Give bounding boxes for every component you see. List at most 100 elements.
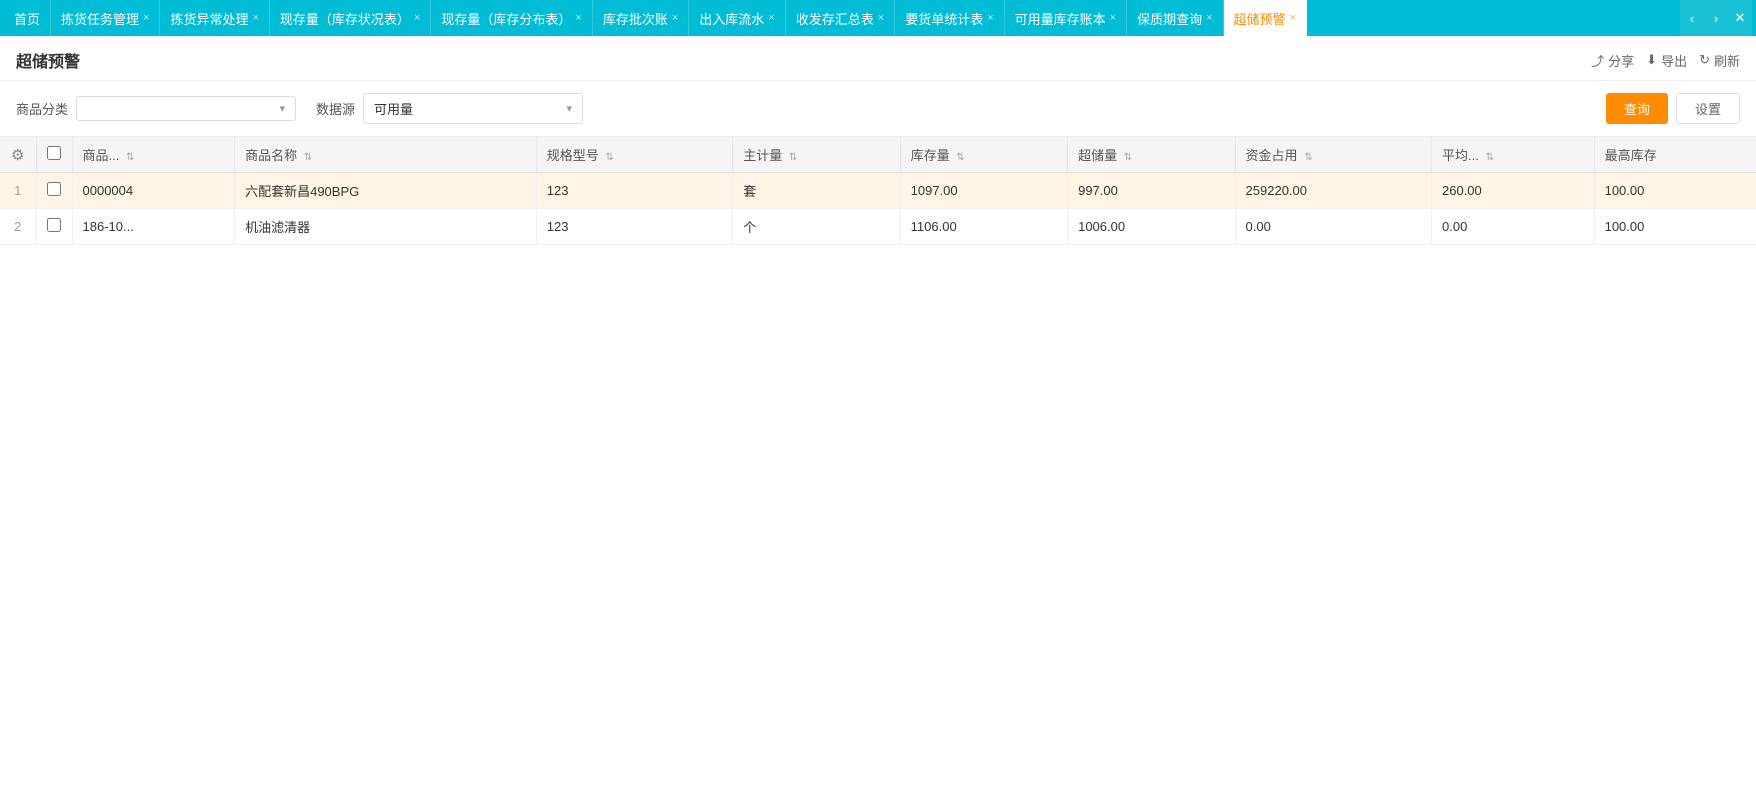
export-button[interactable]: ⬇ 导出 [1646, 51, 1687, 70]
nav-item-inventory-status[interactable]: 现存量（库存状况表） × [270, 0, 431, 36]
page-actions: ⤴ 分享 ⬇ 导出 ↻ 刷新 [1591, 51, 1740, 70]
query-button[interactable]: 查询 [1606, 93, 1668, 124]
overstock-cell: 1006.00 [1068, 209, 1235, 245]
refresh-icon: ↻ [1699, 52, 1710, 68]
row-number: 1 [0, 173, 36, 209]
spec-cell: 123 [536, 173, 732, 209]
nav-item-available-account[interactable]: 可用量库存账本 × [1005, 0, 1127, 36]
table-header-checkbox[interactable] [36, 137, 72, 173]
overstock-sort-icon: ⇅ [1124, 152, 1132, 163]
spec-cell: 123 [536, 209, 732, 245]
nav-item-collect-summary[interactable]: 收发存汇总表 × [786, 0, 895, 36]
unit-cell: 个 [733, 209, 900, 245]
page-header: 超储预警 ⤴ 分享 ⬇ 导出 ↻ 刷新 [0, 36, 1756, 81]
table-header-row: ⚙ 商品... ⇅ 商品名称 ⇅ 规格型号 ⇅ [0, 137, 1756, 173]
nav-item-overstock-warning[interactable]: 超储预警 × [1224, 0, 1307, 36]
table-header-max-stock[interactable]: 最高库存 [1594, 137, 1756, 173]
select-all-checkbox[interactable] [47, 146, 61, 160]
product-name-cell: 六配套新昌490BPG [235, 173, 537, 209]
nav-close-available-account[interactable]: × [1110, 12, 1116, 24]
nav-close-mixing-task[interactable]: × [143, 12, 149, 24]
nav-close-in-out-flow[interactable]: × [768, 12, 774, 24]
datasource-select[interactable]: 可用量 ▾ [363, 93, 583, 124]
nav-close-batch-account[interactable]: × [672, 12, 678, 24]
table-container: ⚙ 商品... ⇅ 商品名称 ⇅ 规格型号 ⇅ [0, 137, 1756, 245]
avg-cell: 260.00 [1432, 173, 1595, 209]
share-icon: ⤴ [1591, 51, 1604, 70]
table-header-gear[interactable]: ⚙ [0, 137, 36, 173]
capital-use-sort-icon: ⇅ [1304, 152, 1312, 163]
category-label: 商品分类 [16, 99, 68, 118]
refresh-button[interactable]: ↻ 刷新 [1699, 51, 1740, 70]
nav-close-quality-check[interactable]: × [1206, 12, 1212, 24]
max-stock-cell: 100.00 [1594, 209, 1756, 245]
nav-close-inventory-status[interactable]: × [414, 12, 420, 24]
nav-arrow-close[interactable]: ✕ [1728, 0, 1752, 36]
filter-bar: 商品分类 ▾ 数据源 可用量 ▾ 查询 设置 [0, 81, 1756, 137]
gear-icon: ⚙ [11, 147, 24, 164]
row-checkbox-cell[interactable] [36, 173, 72, 209]
product-name-cell: 机油滤清器 [235, 209, 537, 245]
capital-use-cell: 259220.00 [1235, 173, 1431, 209]
share-label: 分享 [1608, 51, 1634, 70]
nav-item-in-out-flow[interactable]: 出入库流水 × [689, 0, 785, 36]
table-header-unit[interactable]: 主计量 ⇅ [733, 137, 900, 173]
nav-arrow-left[interactable]: ‹ [1680, 0, 1704, 36]
product-name-label: 商品名称 [245, 148, 297, 163]
product-code-label: 商品... [83, 148, 120, 163]
nav-item-batch-account[interactable]: 库存批次账 × [593, 0, 689, 36]
row-checkbox[interactable] [47, 218, 61, 232]
export-icon: ⬇ [1646, 52, 1657, 68]
spec-label: 规格型号 [547, 148, 599, 163]
max-stock-cell: 100.00 [1594, 173, 1756, 209]
nav-item-quality-check[interactable]: 保质期查询 × [1127, 0, 1223, 36]
product-name-sort-icon: ⇅ [304, 152, 312, 163]
max-stock-label: 最高库存 [1605, 148, 1657, 163]
datasource-label: 数据源 [316, 99, 355, 118]
spec-sort-icon: ⇅ [605, 152, 613, 163]
nav-close-order-stats[interactable]: × [987, 12, 993, 24]
table-header-product-name[interactable]: 商品名称 ⇅ [235, 137, 537, 173]
product-code-cell: 0000004 [72, 173, 235, 209]
nav-close-overstock-warning[interactable]: × [1290, 12, 1296, 24]
row-checkbox[interactable] [47, 182, 61, 196]
unit-label: 主计量 [743, 148, 782, 163]
row-checkbox-cell[interactable] [36, 209, 72, 245]
nav-item-order-stats[interactable]: 要货单统计表 × [895, 0, 1004, 36]
table-row: 1 0000004 六配套新昌490BPG 123 套 1097.00 997.… [0, 173, 1756, 209]
product-code-sort-icon: ⇅ [126, 152, 134, 163]
inventory-sort-icon: ⇅ [956, 152, 964, 163]
capital-use-label: 资金占用 [1246, 148, 1298, 163]
nav-item-mixing-task[interactable]: 拣货任务管理 × [51, 0, 160, 36]
share-button[interactable]: ⤴ 分享 [1591, 51, 1634, 70]
table-header-product-code[interactable]: 商品... ⇅ [72, 137, 235, 173]
table-header-inventory[interactable]: 库存量 ⇅ [900, 137, 1067, 173]
overstock-cell: 997.00 [1068, 173, 1235, 209]
avg-cell: 0.00 [1432, 209, 1595, 245]
nav-close-mixing-abnormal[interactable]: × [252, 12, 258, 24]
table-row: 2 186-10... 机油滤清器 123 个 1106.00 1006.00 … [0, 209, 1756, 245]
nav-arrow-right[interactable]: › [1704, 0, 1728, 36]
category-filter: 商品分类 ▾ [16, 96, 296, 121]
datasource-chevron-icon: ▾ [567, 102, 573, 115]
top-navigation: 首页拣货任务管理 ×拣货异常处理 ×现存量（库存状况表） ×现存量（库存分布表）… [0, 0, 1756, 36]
nav-item-mixing-abnormal[interactable]: 拣货异常处理 × [160, 0, 269, 36]
refresh-label: 刷新 [1714, 51, 1740, 70]
row-number: 2 [0, 209, 36, 245]
nav-item-inventory-dist[interactable]: 现存量（库存分布表） × [431, 0, 592, 36]
page-title: 超储预警 [16, 48, 80, 72]
settings-button[interactable]: 设置 [1676, 93, 1740, 124]
unit-sort-icon: ⇅ [789, 152, 797, 163]
nav-item-home[interactable]: 首页 [4, 0, 51, 36]
table-header-capital-use[interactable]: 资金占用 ⇅ [1235, 137, 1431, 173]
category-chevron-icon: ▾ [279, 102, 285, 115]
table-header-avg[interactable]: 平均... ⇅ [1432, 137, 1595, 173]
table-header-spec[interactable]: 规格型号 ⇅ [536, 137, 732, 173]
inventory-cell: 1106.00 [900, 209, 1067, 245]
nav-close-collect-summary[interactable]: × [878, 12, 884, 24]
capital-use-cell: 0.00 [1235, 209, 1431, 245]
datasource-filter: 数据源 可用量 ▾ [316, 93, 583, 124]
nav-close-inventory-dist[interactable]: × [575, 12, 581, 24]
table-header-overstock[interactable]: 超储量 ⇅ [1068, 137, 1235, 173]
category-select[interactable]: ▾ [76, 96, 296, 121]
